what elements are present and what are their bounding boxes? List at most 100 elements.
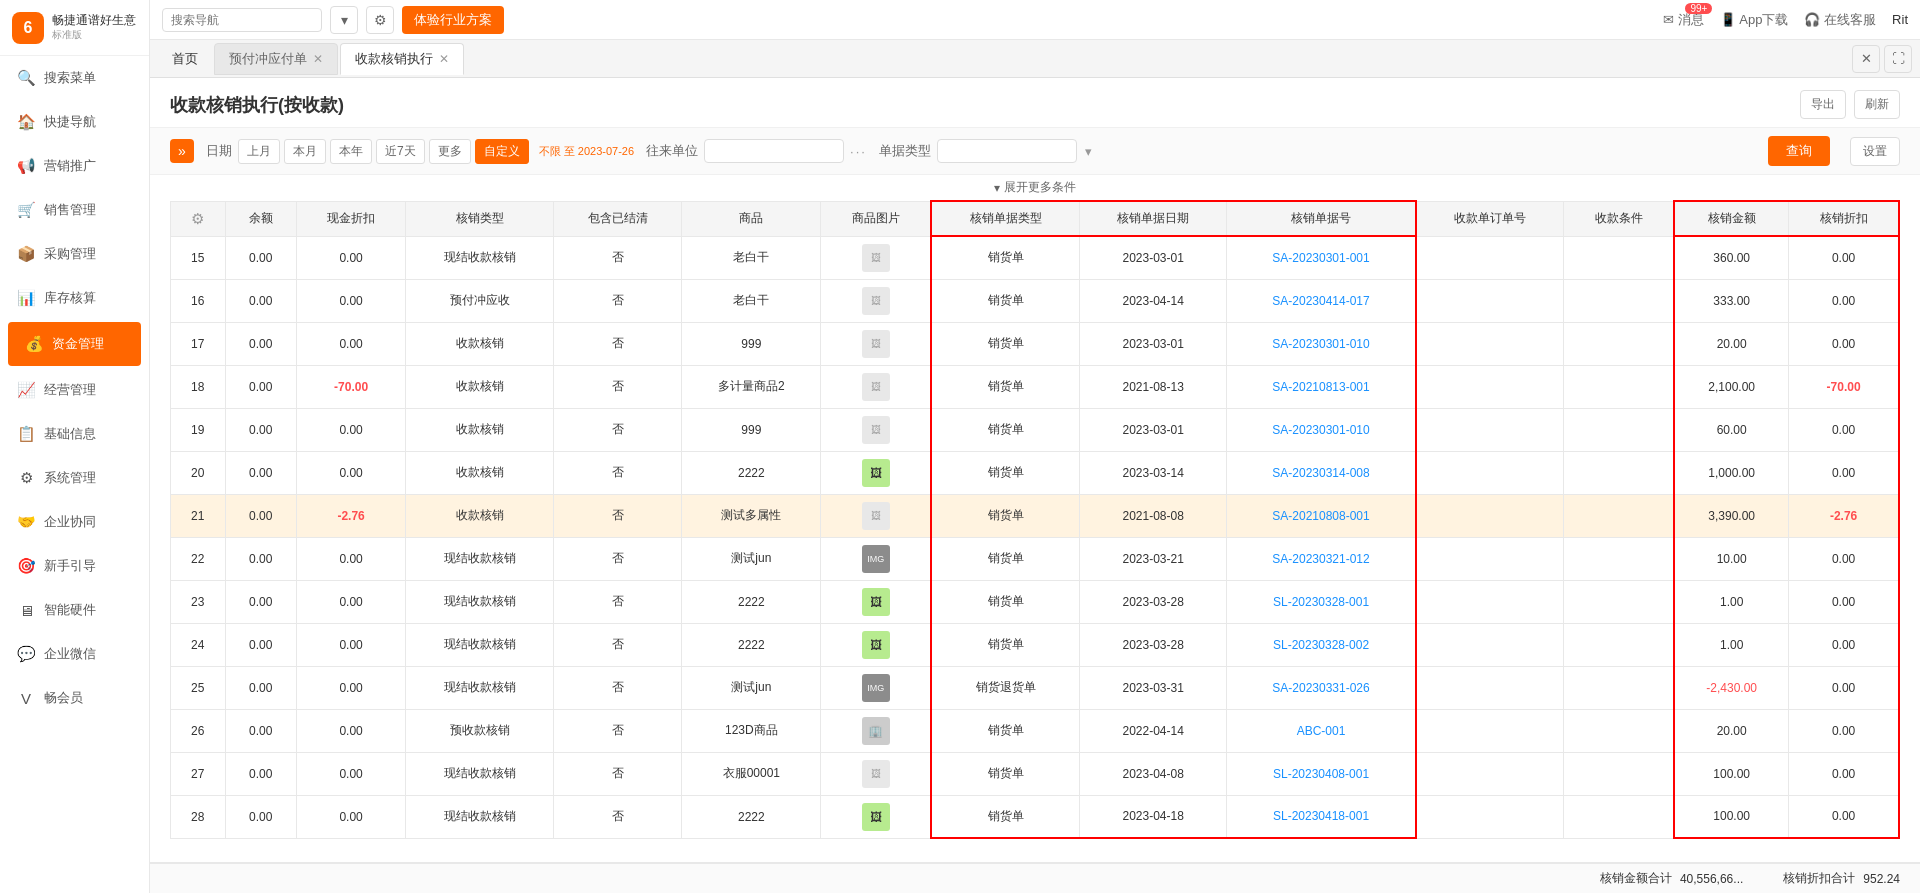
sidebar-item-基础信息[interactable]: 📋基础信息: [0, 412, 149, 456]
more-date-btn[interactable]: 更多: [429, 139, 471, 164]
doc-link-12[interactable]: SL-20230408-001: [1273, 767, 1369, 781]
online-service-btn[interactable]: 🎧 在线客服: [1804, 11, 1876, 29]
cell-4-6: 🖼: [821, 408, 931, 451]
export-btn[interactable]: 导出: [1800, 90, 1846, 119]
tab-2[interactable]: 收款核销执行✕: [340, 43, 464, 75]
col-header-0[interactable]: ⚙: [171, 201, 226, 236]
doc-link-10[interactable]: SA-20230331-026: [1272, 681, 1369, 695]
custom-date-btn[interactable]: 自定义: [475, 139, 529, 164]
sidebar-item-营销推广[interactable]: 📢营销推广: [0, 144, 149, 188]
col-header-9: 核销单据号: [1227, 201, 1416, 236]
cell-13-10: [1416, 795, 1564, 838]
username-display[interactable]: Rit: [1892, 12, 1908, 27]
filter-settings-btn[interactable]: 设置: [1850, 137, 1900, 166]
gear-icon[interactable]: ⚙: [366, 6, 394, 34]
query-btn[interactable]: 查询: [1768, 136, 1830, 166]
cell-11-0: 26: [171, 709, 226, 752]
cell-11-1: 0.00: [225, 709, 296, 752]
doc-link-13[interactable]: SL-20230418-001: [1273, 809, 1369, 823]
tab-close-1[interactable]: ✕: [313, 52, 323, 66]
cell-3-3: 收款核销: [406, 365, 554, 408]
last-month-btn[interactable]: 上月: [238, 139, 280, 164]
sidebar-label-6: 资金管理: [52, 335, 104, 353]
sidebar-label-1: 快捷导航: [44, 113, 96, 131]
voucher-type-input[interactable]: [937, 139, 1077, 163]
last-7days-btn[interactable]: 近7天: [376, 139, 425, 164]
expand-conditions-btn[interactable]: ▾ 展开更多条件: [994, 179, 1076, 196]
cell-3-4: 否: [553, 365, 681, 408]
sidebar-item-资金管理[interactable]: 💰资金管理: [8, 322, 141, 366]
counterpart-input[interactable]: [704, 139, 844, 163]
doc-link-9[interactable]: SL-20230328-002: [1273, 638, 1369, 652]
sidebar-item-企业协同[interactable]: 🤝企业协同: [0, 500, 149, 544]
sidebar-item-新手引导[interactable]: 🎯新手引导: [0, 544, 149, 588]
message-icon: ✉: [1663, 12, 1674, 27]
sidebar-icon-3: 🛒: [16, 200, 36, 220]
cell-13-3: 现结收款核销: [406, 795, 554, 838]
negative-val-3: -70.00: [1827, 380, 1861, 394]
maximize-icon[interactable]: ⛶: [1884, 45, 1912, 73]
doc-link-0[interactable]: SA-20230301-001: [1272, 251, 1369, 265]
chevron-down-icon[interactable]: ▾: [330, 6, 358, 34]
sidebar-item-系统管理[interactable]: ⚙系统管理: [0, 456, 149, 500]
cell-0-0: 15: [171, 236, 226, 279]
doc-link-6[interactable]: SA-20210808-001: [1272, 509, 1369, 523]
brand-line1: 畅捷通谱好生意: [52, 13, 136, 29]
cell-5-8: 2023-03-14: [1079, 451, 1227, 494]
close-window-icon[interactable]: ✕: [1852, 45, 1880, 73]
cell-2-12: 20.00: [1674, 322, 1789, 365]
sidebar-item-搜索菜单[interactable]: 🔍搜索菜单: [0, 56, 149, 100]
product-image-2: 🖼: [862, 330, 890, 358]
sidebar-item-企业微信[interactable]: 💬企业微信: [0, 632, 149, 676]
sidebar-item-经营管理[interactable]: 📈经营管理: [0, 368, 149, 412]
filter-expand-btn[interactable]: »: [170, 139, 194, 163]
cell-7-6: IMG: [821, 537, 931, 580]
page-title: 收款核销执行(按收款): [170, 93, 344, 117]
cell-1-0: 16: [171, 279, 226, 322]
cell-5-2: 0.00: [296, 451, 405, 494]
this-year-btn[interactable]: 本年: [330, 139, 372, 164]
cell-4-0: 19: [171, 408, 226, 451]
cell-1-7: 销货单: [931, 279, 1079, 322]
tab-0[interactable]: 首页: [158, 44, 212, 74]
cell-12-9: SL-20230408-001: [1227, 752, 1416, 795]
industry-btn[interactable]: 体验行业方案: [402, 6, 504, 34]
doc-link-11[interactable]: ABC-001: [1297, 724, 1346, 738]
table-wrapper[interactable]: ⚙余额现金折扣核销类型包含已结清商品商品图片核销单据类型核销单据日期核销单据号收…: [150, 200, 1920, 862]
doc-link-5[interactable]: SA-20230314-008: [1272, 466, 1369, 480]
cell-9-12: 1.00: [1674, 623, 1789, 666]
sidebar-item-采购管理[interactable]: 📦采购管理: [0, 232, 149, 276]
doc-link-8[interactable]: SL-20230328-001: [1273, 595, 1369, 609]
cell-0-10: [1416, 236, 1564, 279]
cell-12-13: 0.00: [1789, 752, 1899, 795]
search-input[interactable]: [162, 8, 322, 32]
sidebar-item-销售管理[interactable]: 🛒销售管理: [0, 188, 149, 232]
sidebar-item-智能硬件[interactable]: 🖥智能硬件: [0, 588, 149, 632]
doc-link-2[interactable]: SA-20230301-010: [1272, 337, 1369, 351]
tab-close-2[interactable]: ✕: [439, 52, 449, 66]
cell-3-12: 2,100.00: [1674, 365, 1789, 408]
col-header-12: 核销金额: [1674, 201, 1789, 236]
cell-4-9: SA-20230301-010: [1227, 408, 1416, 451]
cell-0-3: 现结收款核销: [406, 236, 554, 279]
doc-link-4[interactable]: SA-20230301-010: [1272, 423, 1369, 437]
cell-1-5: 老白干: [682, 279, 821, 322]
cell-9-6: 🖼: [821, 623, 931, 666]
col-header-6: 商品图片: [821, 201, 931, 236]
doc-link-1[interactable]: SA-20230414-017: [1272, 294, 1369, 308]
cell-7-3: 现结收款核销: [406, 537, 554, 580]
doc-link-3[interactable]: SA-20210813-001: [1272, 380, 1369, 394]
cell-7-7: 销货单: [931, 537, 1079, 580]
sidebar-item-畅会员[interactable]: V畅会员: [0, 676, 149, 720]
cell-6-3: 收款核销: [406, 494, 554, 537]
cell-12-8: 2023-04-08: [1079, 752, 1227, 795]
cell-10-2: 0.00: [296, 666, 405, 709]
refresh-btn[interactable]: 刷新: [1854, 90, 1900, 119]
doc-link-7[interactable]: SA-20230321-012: [1272, 552, 1369, 566]
app-download-btn[interactable]: 📱 App下载: [1720, 11, 1788, 29]
messages-btn[interactable]: ✉ 消息 99+: [1663, 11, 1704, 29]
sidebar-item-库存核算[interactable]: 📊库存核算: [0, 276, 149, 320]
this-month-btn[interactable]: 本月: [284, 139, 326, 164]
tab-1[interactable]: 预付冲应付单✕: [214, 43, 338, 75]
sidebar-item-快捷导航[interactable]: 🏠快捷导航: [0, 100, 149, 144]
